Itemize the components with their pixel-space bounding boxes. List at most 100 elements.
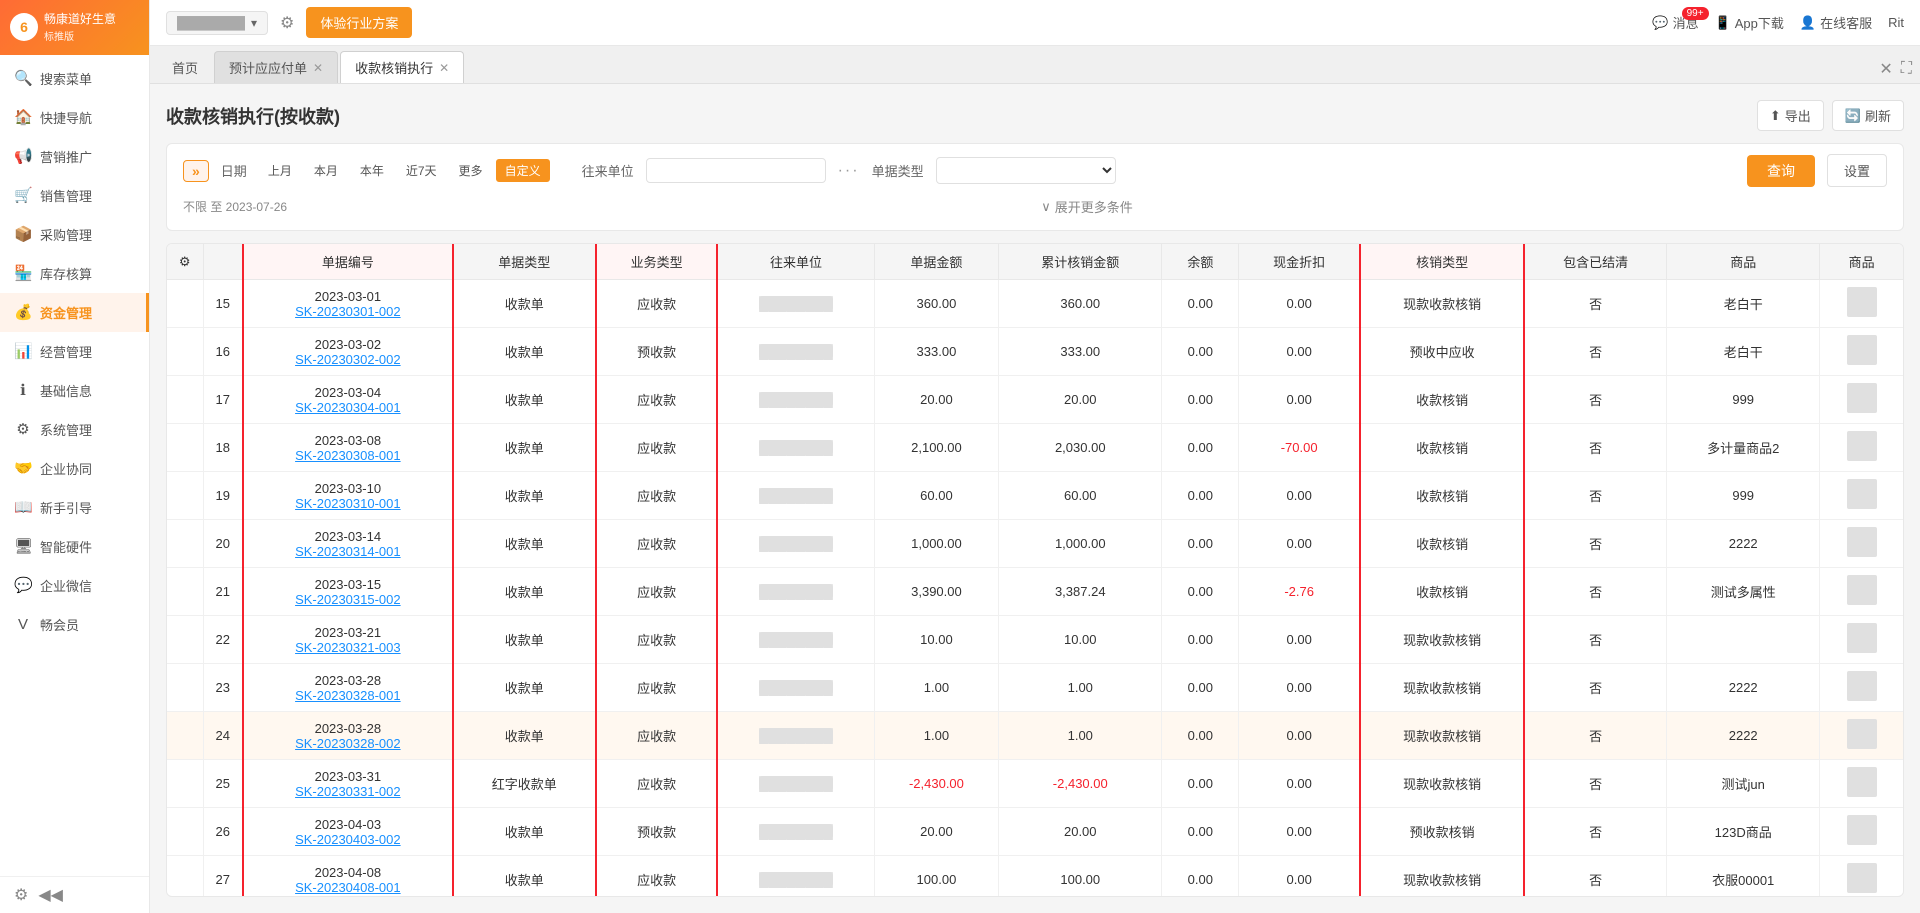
table-row: 27 2023-04-08SK-20230408-001 收款单 应收款 ███…: [167, 856, 1903, 898]
tabs-actions: ✕ ⛶: [1879, 59, 1912, 83]
maximize-icon[interactable]: ⛶: [1901, 60, 1912, 78]
sidebar-item-6[interactable]: 💰资金管理: [0, 293, 149, 332]
sidebar-label-10: 企业协同: [40, 459, 92, 478]
cell-bill-no[interactable]: SK-20230328-001: [295, 688, 401, 703]
cell-bill-amount: 333.00: [874, 328, 999, 376]
cell-settings: [167, 568, 203, 616]
filter-custom[interactable]: 自定义: [496, 159, 550, 182]
filter-counterparty-label: 往来单位: [582, 161, 634, 180]
cell-bill-no[interactable]: SK-20230408-001: [295, 880, 401, 895]
cell-writeoff-amount: 1.00: [999, 712, 1162, 760]
filter-counterparty-input[interactable]: [646, 158, 826, 183]
cell-counterparty: ████████: [717, 280, 874, 328]
refresh-btn[interactable]: 🔄 刷新: [1832, 100, 1904, 131]
cell-bill-no[interactable]: SK-20230331-002: [295, 784, 401, 799]
cell-balance: 0.00: [1162, 808, 1239, 856]
message-icon: 💬: [1652, 15, 1668, 31]
cell-cash-discount: 0.00: [1239, 472, 1360, 520]
filter-last-month[interactable]: 上月: [259, 159, 301, 182]
tab-payable[interactable]: 预计应应付单 ✕: [214, 51, 338, 83]
filter-bill-type-select[interactable]: [936, 157, 1116, 184]
filter-this-month[interactable]: 本月: [305, 159, 347, 182]
cell-bill-no[interactable]: SK-20230328-002: [295, 736, 401, 751]
collapse-icon[interactable]: ◀◀: [38, 885, 63, 905]
user-menu[interactable]: Rit: [1888, 15, 1904, 30]
app-download-btn[interactable]: 📱 App下载: [1715, 13, 1784, 32]
filter-this-year[interactable]: 本年: [351, 159, 393, 182]
cell-product2: [1820, 616, 1903, 664]
cell-bill-no[interactable]: SK-20230302-002: [295, 352, 401, 367]
gear-icon[interactable]: ⚙: [280, 13, 294, 33]
sidebar-item-7[interactable]: 📊经营管理: [0, 332, 149, 371]
filter-7days[interactable]: 近7天: [397, 159, 446, 182]
app-download-label: App下载: [1735, 13, 1784, 32]
messages-btn[interactable]: 💬 消息 99+: [1652, 13, 1698, 32]
cell-bill-no[interactable]: SK-20230301-002: [295, 304, 401, 319]
th-settings[interactable]: ⚙: [167, 244, 203, 280]
sidebar-item-12[interactable]: 🖥智能硬件: [0, 527, 149, 566]
cell-product2: [1820, 280, 1903, 328]
sidebar-item-13[interactable]: 💬企业微信: [0, 566, 149, 605]
filter-settings-btn[interactable]: 设置: [1827, 154, 1887, 187]
sidebar-item-9[interactable]: ⚙系统管理: [0, 410, 149, 449]
export-btn[interactable]: ⬆ 导出: [1757, 100, 1824, 131]
cell-bill-no[interactable]: SK-20230308-001: [295, 448, 401, 463]
cell-num: 15: [203, 280, 243, 328]
tab-home[interactable]: 首页: [158, 52, 212, 83]
filter-expand-more-btn[interactable]: ∨ 展开更多条件: [1041, 193, 1133, 220]
filter-query-btn[interactable]: 查询: [1747, 155, 1815, 187]
cell-bill-no[interactable]: SK-20230314-001: [295, 544, 401, 559]
cell-writeoff-amount: 3,387.24: [999, 568, 1162, 616]
cell-bill-no[interactable]: SK-20230315-002: [295, 592, 401, 607]
cell-bill-no[interactable]: SK-20230403-002: [295, 832, 401, 847]
page-actions: ⬆ 导出 🔄 刷新: [1757, 100, 1904, 131]
cell-cash-discount: -70.00: [1239, 424, 1360, 472]
cell-bill-type: 收款单: [453, 808, 596, 856]
sidebar-item-5[interactable]: 🏪库存核算: [0, 254, 149, 293]
cell-bill-no[interactable]: SK-20230321-003: [295, 640, 401, 655]
cell-product: 2222: [1667, 664, 1820, 712]
close-all-icon[interactable]: ✕: [1879, 59, 1892, 79]
sidebar-item-2[interactable]: 📢营销推广: [0, 137, 149, 176]
sidebar-nav: 🔍搜索菜单🏠快捷导航📢营销推广🛒销售管理📦采购管理🏪库存核算💰资金管理📊经营管理…: [0, 55, 149, 876]
cell-num: 19: [203, 472, 243, 520]
settings-icon[interactable]: ⚙: [14, 885, 28, 905]
app-icon: 📱: [1715, 15, 1731, 31]
sidebar-item-1[interactable]: 🏠快捷导航: [0, 98, 149, 137]
sidebar-logo: 6 畅康道好生意 标推版: [0, 0, 149, 55]
filter-more[interactable]: 更多: [450, 159, 492, 182]
table-row: 22 2023-03-21SK-20230321-003 收款单 应收款 ███…: [167, 616, 1903, 664]
filter-expand-btn[interactable]: »: [183, 160, 209, 182]
online-service-btn[interactable]: 👤 在线客服: [1800, 13, 1872, 32]
tab-payable-close[interactable]: ✕: [313, 61, 323, 75]
cell-product2: [1820, 856, 1903, 898]
sidebar-label-6: 资金管理: [40, 303, 92, 322]
tab-writeoff-close[interactable]: ✕: [439, 61, 449, 75]
cell-include-settled: 否: [1524, 712, 1666, 760]
cell-balance: 0.00: [1162, 568, 1239, 616]
table-row: 17 2023-03-04SK-20230304-001 收款单 应收款 ███…: [167, 376, 1903, 424]
cell-bill-type: 收款单: [453, 424, 596, 472]
sidebar-item-10[interactable]: 🤝 企业协同: [0, 449, 149, 488]
sidebar-item-14[interactable]: V畅会员: [0, 605, 149, 644]
sidebar-item-0[interactable]: 🔍搜索菜单: [0, 59, 149, 98]
industry-btn[interactable]: 体验行业方案: [306, 7, 412, 38]
sidebar-item-3[interactable]: 🛒销售管理: [0, 176, 149, 215]
cell-bill-no[interactable]: SK-20230310-001: [295, 496, 401, 511]
cell-bill-type: 收款单: [453, 856, 596, 898]
sidebar-icon-10: 🤝: [14, 459, 32, 477]
workspace-selector[interactable]: ████████ ▾: [166, 11, 268, 35]
sidebar-item-11[interactable]: 📖新手引导: [0, 488, 149, 527]
cell-bill-no[interactable]: SK-20230304-001: [295, 400, 401, 415]
cell-product: 测试jun: [1667, 760, 1820, 808]
cell-biz-type: 预收款: [596, 808, 718, 856]
table-row: 20 2023-03-14SK-20230314-001 收款单 应收款 ███…: [167, 520, 1903, 568]
cell-product: 老白干: [1667, 328, 1820, 376]
sidebar-item-4[interactable]: 📦采购管理: [0, 215, 149, 254]
sidebar-item-8[interactable]: ℹ基础信息: [0, 371, 149, 410]
cell-writeoff-amount: -2,430.00: [999, 760, 1162, 808]
tab-writeoff[interactable]: 收款核销执行 ✕: [340, 51, 464, 83]
cell-balance: 0.00: [1162, 664, 1239, 712]
cell-cash-discount: 0.00: [1239, 280, 1360, 328]
cell-product: 2222: [1667, 520, 1820, 568]
